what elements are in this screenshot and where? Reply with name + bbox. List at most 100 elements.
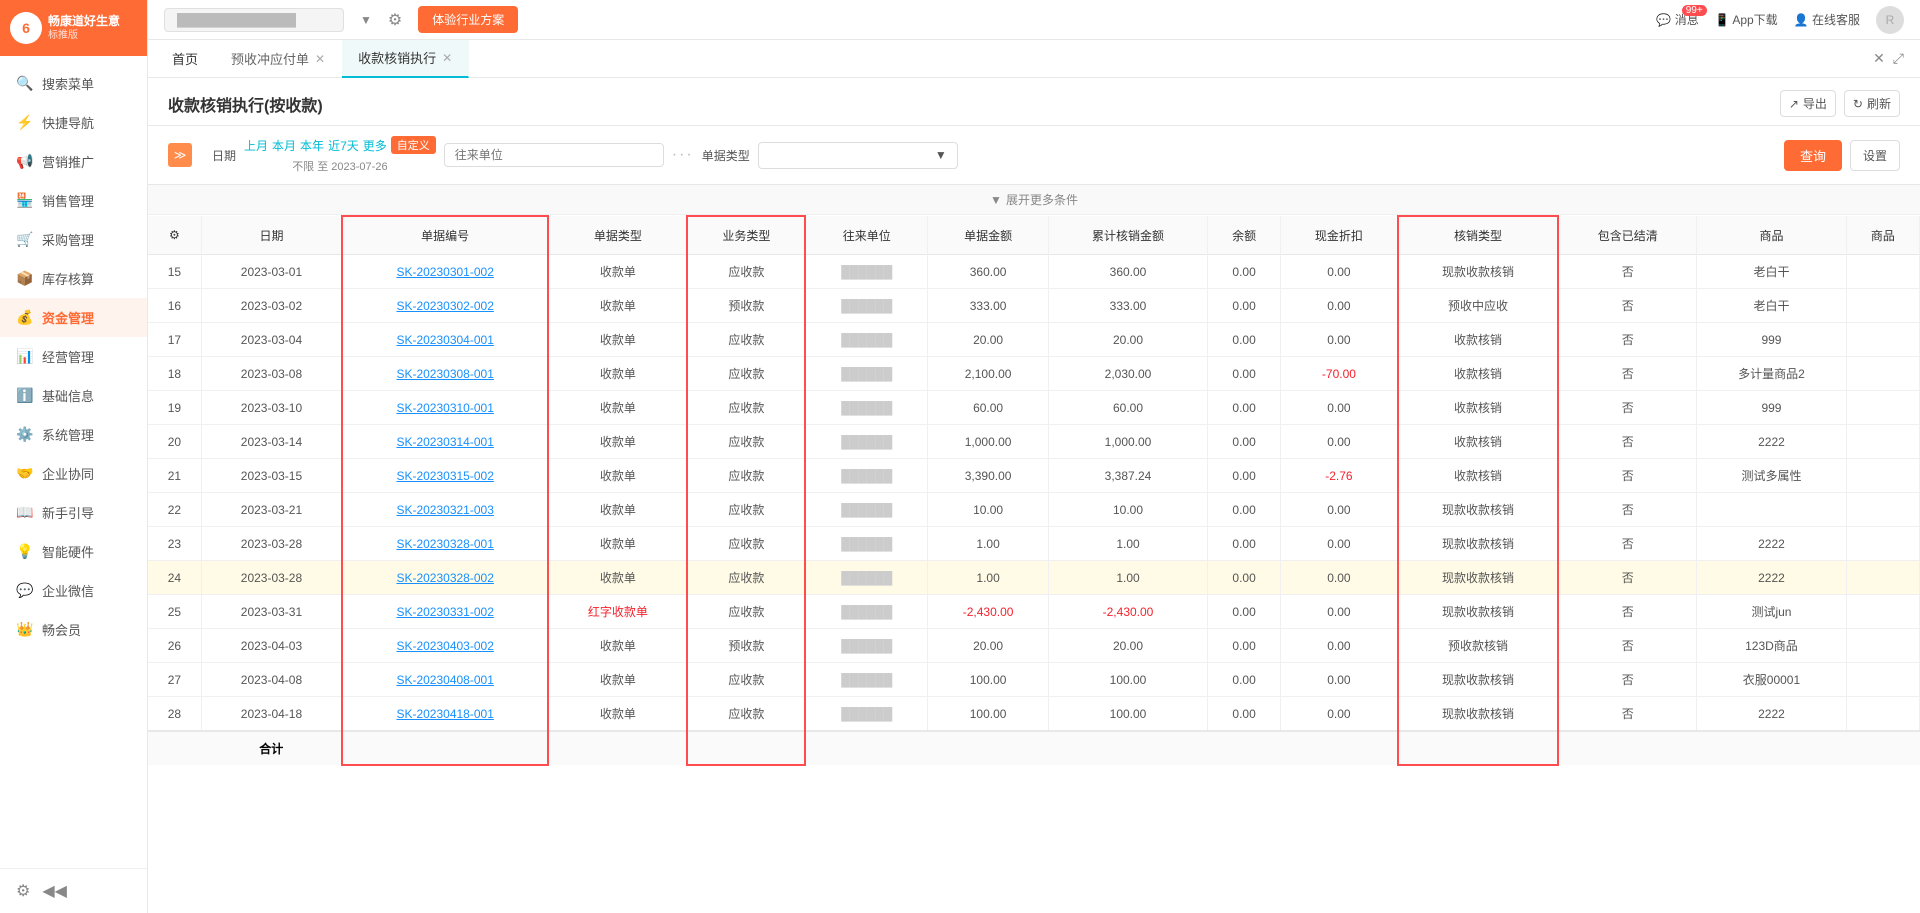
last-7-days-link[interactable]: 近7天 (328, 137, 359, 154)
table-cell[interactable]: SK-20230304-001 (342, 323, 548, 357)
table-cell: 否 (1558, 459, 1696, 493)
table-row: 282023-04-18SK-20230418-001收款单应收款██████1… (148, 697, 1920, 732)
table-cell: ██████ (805, 663, 927, 697)
table-cell[interactable]: SK-20230314-001 (342, 425, 548, 459)
this-year-link[interactable]: 本年 (300, 137, 324, 154)
table-cell: 多计量商品2 (1697, 357, 1846, 391)
table-cell[interactable]: SK-20230310-001 (342, 391, 548, 425)
table-cell: 21 (148, 459, 201, 493)
table-cell[interactable]: SK-20230302-002 (342, 289, 548, 323)
close-window-icon[interactable]: ✕ (1873, 50, 1885, 67)
col-header-verify-type[interactable]: 核销类型 (1398, 216, 1559, 255)
sidebar-item-member[interactable]: 👑 畅会员 (0, 610, 147, 649)
table-cell[interactable]: SK-20230331-002 (342, 595, 548, 629)
table-cell[interactable]: SK-20230408-001 (342, 663, 548, 697)
custom-date-button[interactable]: 自定义 (391, 136, 436, 154)
table-cell: 2222 (1697, 425, 1846, 459)
table-body: 152023-03-01SK-20230301-002收款单应收款██████3… (148, 255, 1920, 732)
refresh-button[interactable]: ↻ 刷新 (1844, 90, 1900, 117)
last-month-link[interactable]: 上月 (244, 137, 268, 154)
filter-settings-button[interactable]: 设置 (1850, 140, 1900, 171)
table-header-row: ⚙ 日期 单据编号 单据类型 业务类型 往来单位 单据金额 累计核销金额 余额 … (148, 216, 1920, 255)
sidebar-item-guide[interactable]: 📖 新手引导 (0, 493, 147, 532)
table-cell: 收款单 (548, 629, 687, 663)
date-filter-group: 上月 本月 本年 近7天 更多 自定义 不限 至 2023-07-26 (244, 136, 436, 174)
col-header-partner[interactable]: 往来单位 (805, 216, 927, 255)
table-cell[interactable]: SK-20230328-001 (342, 527, 548, 561)
tab-home[interactable]: 首页 (156, 40, 215, 78)
table-cell[interactable]: SK-20230301-002 (342, 255, 548, 289)
table-cell (1846, 629, 1919, 663)
export-button[interactable]: ↗ 导出 (1780, 90, 1836, 117)
sidebar-item-finance[interactable]: 💰 资金管理 (0, 298, 147, 337)
more-date-link[interactable]: 更多 (363, 137, 387, 154)
table-cell: 收款核销 (1398, 425, 1559, 459)
system-icon: ⚙️ (16, 426, 34, 444)
expand-conditions-link[interactable]: ▼ 展开更多条件 (990, 191, 1078, 208)
table-footer: 合计 (148, 731, 1920, 765)
col-header-gear[interactable]: ⚙ (148, 216, 201, 255)
sidebar-item-search[interactable]: 🔍 搜索菜单 (0, 64, 147, 103)
table-cell: 收款单 (548, 663, 687, 697)
col-header-verified[interactable]: 累计核销金额 (1049, 216, 1208, 255)
sidebar-item-purchase[interactable]: 🛒 采购管理 (0, 220, 147, 259)
partner-unit-input[interactable] (444, 143, 664, 167)
table-cell[interactable]: SK-20230403-002 (342, 629, 548, 663)
sidebar-item-inventory[interactable]: 📦 库存核算 (0, 259, 147, 298)
col-header-amount[interactable]: 单据金额 (928, 216, 1049, 255)
col-header-settled[interactable]: 包含已结清 (1558, 216, 1696, 255)
table-cell: 老白干 (1697, 255, 1846, 289)
tab-prepaid[interactable]: 预收冲应付单 ✕ (215, 40, 342, 78)
topbar-chevron-icon[interactable]: ▼ (360, 13, 372, 27)
table-cell[interactable]: SK-20230308-001 (342, 357, 548, 391)
sidebar-item-quicknav[interactable]: ⚡ 快捷导航 (0, 103, 147, 142)
receipt-type-select[interactable]: ▼ (758, 142, 958, 169)
table-cell: 16 (148, 289, 201, 323)
col-header-biz-type[interactable]: 业务类型 (687, 216, 805, 255)
col-header-balance[interactable]: 余额 (1207, 216, 1280, 255)
sidebar-item-basicinfo[interactable]: ℹ️ 基础信息 (0, 376, 147, 415)
table-cell[interactable]: SK-20230328-002 (342, 561, 548, 595)
this-month-link[interactable]: 本月 (272, 137, 296, 154)
tab-collection[interactable]: 收款核销执行 ✕ (342, 40, 469, 78)
table-cell[interactable]: SK-20230321-003 (342, 493, 548, 527)
message-notification[interactable]: 💬 消息 99+ (1656, 11, 1698, 28)
table-cell (1697, 493, 1846, 527)
table-cell: 2222 (1697, 697, 1846, 732)
col-header-goods[interactable]: 商品 (1697, 216, 1846, 255)
solution-button[interactable]: 体验行业方案 (418, 6, 518, 33)
col-header-order-no[interactable]: 单据编号 (342, 216, 548, 255)
table-cell: 123D商品 (1697, 629, 1846, 663)
tab-collection-close[interactable]: ✕ (442, 51, 452, 65)
col-header-order-type[interactable]: 单据类型 (548, 216, 687, 255)
online-service[interactable]: 👤 在线客服 (1794, 11, 1860, 28)
table-cell[interactable]: SK-20230315-002 (342, 459, 548, 493)
sidebar-item-weixin[interactable]: 💬 企业微信 (0, 571, 147, 610)
table-cell: 20.00 (1049, 323, 1208, 357)
filter-collapse-button[interactable]: ≫ (168, 143, 192, 167)
col-header-date[interactable]: 日期 (201, 216, 342, 255)
col-header-goods2[interactable]: 商品 (1846, 216, 1919, 255)
tab-prepaid-close[interactable]: ✕ (315, 52, 325, 66)
col-header-discount[interactable]: 现金折扣 (1281, 216, 1398, 255)
sidebar-item-marketing[interactable]: 📢 营销推广 (0, 142, 147, 181)
sidebar-item-system[interactable]: ⚙️ 系统管理 (0, 415, 147, 454)
maximize-icon[interactable]: ⤢ (1893, 50, 1904, 67)
table-cell[interactable]: SK-20230418-001 (342, 697, 548, 732)
sidebar-item-sales[interactable]: 🏪 销售管理 (0, 181, 147, 220)
footer-danbiao (342, 731, 548, 765)
sidebar-item-collab[interactable]: 🤝 企业协同 (0, 454, 147, 493)
sidebar-item-operations[interactable]: 📊 经营管理 (0, 337, 147, 376)
table-cell: ██████ (805, 255, 927, 289)
collapse-icon[interactable]: ◀◀ (42, 881, 67, 901)
user-avatar[interactable]: R (1876, 6, 1904, 34)
app-download[interactable]: 📱 App下载 (1715, 11, 1778, 28)
gear-icon[interactable]: ⚙ (388, 10, 402, 30)
collab-icon: 🤝 (16, 465, 34, 483)
query-button[interactable]: 查询 (1784, 140, 1842, 171)
sidebar-item-hardware[interactable]: 💡 智能硬件 (0, 532, 147, 571)
table-cell: 2023-04-03 (201, 629, 342, 663)
settings-bottom-icon[interactable]: ⚙ (16, 881, 30, 901)
table-cell: 应收款 (687, 697, 805, 732)
filter-more-dots[interactable]: ··· (672, 146, 694, 164)
